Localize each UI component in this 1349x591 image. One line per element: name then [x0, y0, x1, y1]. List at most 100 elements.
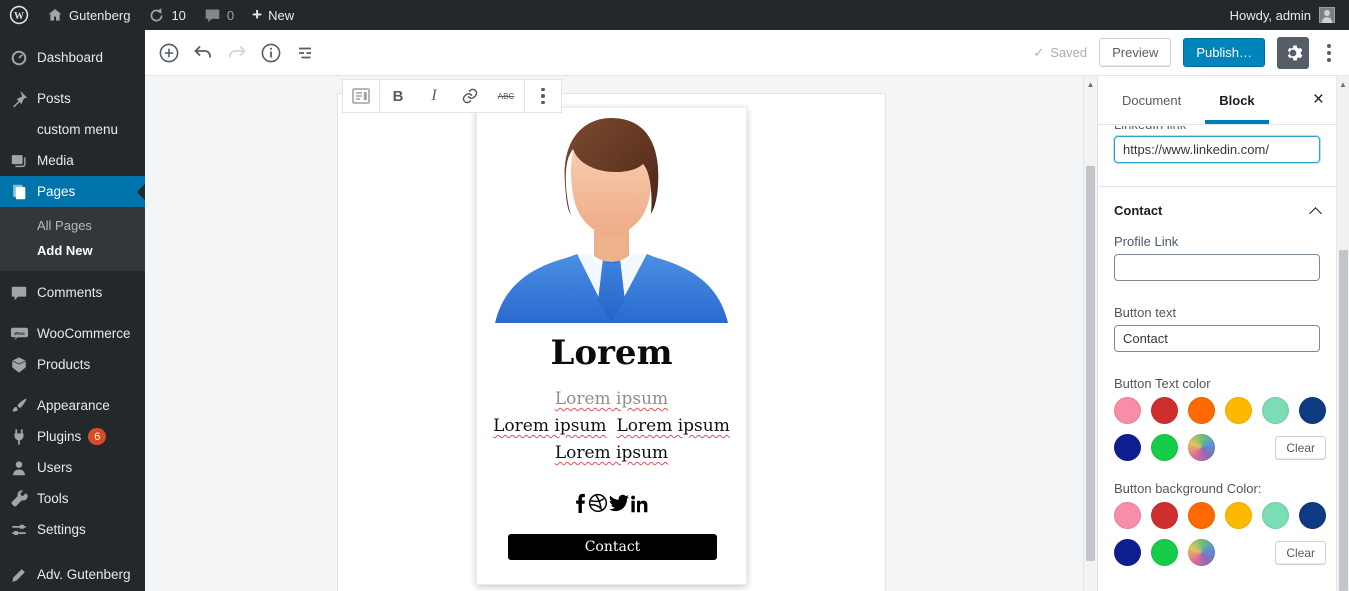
tab-block[interactable]: Block	[1205, 76, 1270, 124]
color-swatch-mint[interactable]	[1262, 502, 1289, 529]
block-options-button[interactable]	[525, 80, 561, 112]
profile-link-input[interactable]	[1114, 254, 1320, 281]
sidebar-item-pages[interactable]: Pages	[0, 176, 145, 207]
content-structure-button[interactable]	[255, 37, 287, 69]
pages-submenu: All Pages Add New	[0, 207, 145, 271]
sidebar-item-custom-menu[interactable]: custom menu	[0, 114, 145, 145]
profile-description-line2[interactable]: Lorem ipsum	[477, 443, 746, 463]
sidebar-item-products[interactable]: Products	[0, 349, 145, 380]
color-swatch-amber[interactable]	[1225, 397, 1252, 424]
color-swatch-dark-blue[interactable]	[1114, 434, 1141, 461]
sidebar-item-tools[interactable]: Tools	[0, 483, 145, 514]
settings-toggle-button[interactable]	[1277, 36, 1309, 69]
color-swatch-red[interactable]	[1151, 502, 1178, 529]
block-type-button[interactable]	[343, 80, 379, 112]
italic-button[interactable]: I	[416, 80, 452, 112]
color-swatch-custom-gradient[interactable]	[1188, 434, 1215, 461]
new-content-menu[interactable]: + New	[243, 0, 303, 30]
color-swatch-orange[interactable]	[1188, 502, 1215, 529]
sidebar-item-posts[interactable]: Posts	[0, 83, 145, 114]
pages-icon	[9, 182, 29, 202]
profile-name[interactable]: Lorem	[477, 333, 746, 373]
media-icon	[9, 151, 29, 171]
facebook-icon[interactable]	[574, 493, 587, 513]
pencil-icon	[9, 565, 29, 585]
editor-canvas: B I ABC Lorem Lorem ipsum Lorem ipsum Lo…	[145, 76, 1083, 591]
twitter-icon[interactable]	[609, 493, 629, 513]
new-label: New	[268, 7, 295, 23]
sidebar-item-appearance[interactable]: Appearance	[0, 390, 145, 421]
sidebar-scrollbar[interactable]: ▲	[1336, 76, 1349, 591]
color-swatch-amber[interactable]	[1225, 502, 1252, 529]
clear-bg-color-button[interactable]: Clear	[1275, 540, 1326, 565]
site-menu[interactable]: Gutenberg	[38, 0, 139, 30]
sidebar-item-label: Pages	[37, 184, 76, 199]
undo-button[interactable]	[187, 37, 219, 69]
wordpress-logo-menu[interactable]: W	[0, 0, 38, 30]
comments-icon	[9, 283, 29, 303]
publish-button[interactable]: Publish…	[1183, 38, 1265, 67]
color-swatch-orange[interactable]	[1188, 397, 1215, 424]
link-button[interactable]	[452, 80, 488, 112]
block-navigation-button[interactable]	[289, 37, 321, 69]
avatar[interactable]	[1319, 7, 1335, 23]
plugins-update-badge: 6	[88, 428, 107, 445]
color-swatch-pink[interactable]	[1114, 502, 1141, 529]
sidebar-item-all-pages[interactable]: All Pages	[0, 213, 145, 238]
save-status: ✓ Saved	[1033, 45, 1087, 61]
sidebar-item-comments[interactable]: Comments	[0, 277, 145, 308]
profile-subtitle[interactable]: Lorem ipsum	[477, 389, 746, 409]
wrench-icon	[9, 489, 29, 509]
linkedin-link-input[interactable]	[1114, 136, 1320, 163]
profile-description-line1[interactable]: Lorem ipsum Lorem ipsum	[477, 416, 746, 436]
profile-photo[interactable]	[477, 108, 746, 323]
linkedin-icon[interactable]	[630, 494, 649, 513]
dribbble-icon[interactable]	[588, 493, 608, 513]
sidebar-item-plugins[interactable]: Plugins 6	[0, 421, 145, 452]
undo-icon	[194, 45, 211, 57]
settings-sliders-icon	[9, 520, 29, 540]
strikethrough-button[interactable]: ABC	[488, 80, 524, 112]
color-swatch-pink[interactable]	[1114, 397, 1141, 424]
color-swatch-mint[interactable]	[1262, 397, 1289, 424]
clear-text-color-button[interactable]: Clear	[1275, 435, 1326, 460]
sidebar-item-dashboard[interactable]: Dashboard	[0, 42, 145, 73]
more-tools-button[interactable]	[1321, 40, 1337, 66]
sidebar-item-adv-gutenberg[interactable]: Adv. Gutenberg	[0, 559, 145, 590]
scrollbar-thumb[interactable]	[1086, 166, 1095, 561]
sidebar-item-label: Media	[37, 153, 74, 168]
color-swatch-custom-gradient[interactable]	[1188, 539, 1215, 566]
sidebar-item-woocommerce[interactable]: Woo WooCommerce	[0, 318, 145, 349]
comments-menu[interactable]: 0	[195, 0, 243, 30]
scroll-up-arrow[interactable]: ▲	[1084, 80, 1097, 89]
contact-button[interactable]: Contact	[508, 534, 717, 560]
color-swatch-dark-blue[interactable]	[1114, 539, 1141, 566]
color-swatch-red[interactable]	[1151, 397, 1178, 424]
sidebar-item-label: Posts	[37, 91, 71, 106]
content-scrollbar[interactable]: ▲	[1083, 76, 1097, 591]
profile-card-block[interactable]: Lorem Lorem ipsum Lorem ipsum Lorem ipsum…	[476, 107, 747, 585]
preview-button[interactable]: Preview	[1099, 38, 1172, 67]
sidebar-item-media[interactable]: Media	[0, 145, 145, 176]
sidebar-item-add-new[interactable]: Add New	[0, 238, 145, 263]
scrollbar-thumb[interactable]	[1339, 250, 1348, 591]
close-sidebar-button[interactable]: ×	[1313, 76, 1324, 124]
redo-button[interactable]	[221, 37, 253, 69]
contact-section-toggle[interactable]: Contact	[1114, 187, 1322, 226]
button-text-input[interactable]	[1114, 325, 1320, 352]
info-icon	[261, 43, 281, 62]
scroll-up-arrow[interactable]: ▲	[1337, 80, 1349, 89]
svg-text:Woo: Woo	[14, 331, 25, 337]
howdy-account[interactable]: Howdy, admin	[1230, 8, 1311, 23]
block-inserter-button[interactable]	[153, 37, 185, 69]
updates-menu[interactable]: 10	[139, 0, 194, 30]
color-swatch-green[interactable]	[1151, 434, 1178, 461]
sidebar-item-users[interactable]: Users	[0, 452, 145, 483]
sidebar-item-settings[interactable]: Settings	[0, 514, 145, 545]
bold-button[interactable]: B	[380, 80, 416, 112]
tab-document[interactable]: Document	[1108, 76, 1195, 124]
color-swatch-green[interactable]	[1151, 539, 1178, 566]
color-swatch-navy[interactable]	[1299, 502, 1326, 529]
profile-text: Lorem ipsum	[493, 416, 607, 436]
color-swatch-navy[interactable]	[1299, 397, 1326, 424]
